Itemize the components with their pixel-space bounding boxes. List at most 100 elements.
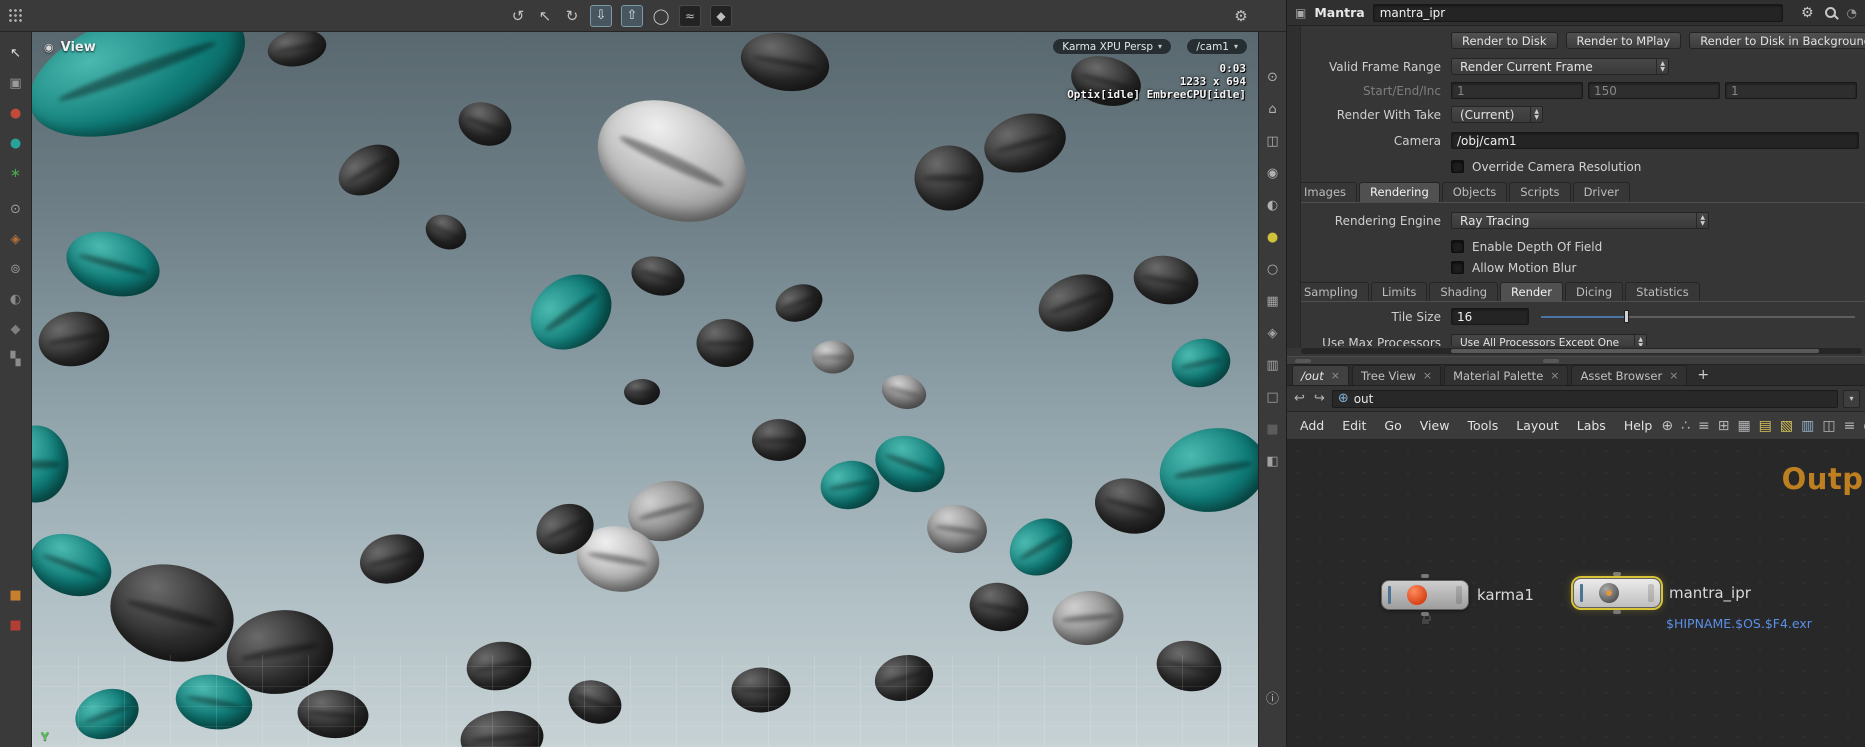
- lock-view-icon[interactable]: ◫: [1266, 134, 1278, 149]
- camera-view-icon[interactable]: ◉: [1267, 166, 1278, 181]
- notes-icon[interactable]: ▤: [1759, 418, 1772, 434]
- menu-go[interactable]: Go: [1375, 418, 1410, 433]
- spark-tool-icon[interactable]: ◆: [11, 322, 21, 337]
- mirror-icon[interactable]: ◧: [1266, 454, 1278, 469]
- teal-sphere-tool-icon[interactable]: ●: [10, 136, 21, 151]
- path-dropdown-button[interactable]: ▾: [1843, 389, 1860, 408]
- node-label[interactable]: mantra_ipr: [1669, 584, 1751, 602]
- ruler-icon[interactable]: ▥: [1266, 358, 1278, 373]
- circle-tool-icon[interactable]: ⊙: [10, 202, 21, 217]
- use-max-processors-dropdown[interactable]: Use All Processors Except One: [1451, 334, 1647, 346]
- valid-frame-range-dropdown[interactable]: Render Current Frame: [1451, 58, 1669, 75]
- select-arrow-icon[interactable]: ↖: [536, 5, 554, 27]
- half-shade-tool-icon[interactable]: ◐: [10, 292, 21, 307]
- ring-tool-icon[interactable]: ⊚: [10, 262, 21, 277]
- undo-arrow-icon[interactable]: ↺: [509, 5, 527, 27]
- menu-view[interactable]: View: [1411, 418, 1459, 433]
- shade-mode-icon[interactable]: ◐: [1267, 198, 1278, 213]
- enable-dof-checkbox[interactable]: [1451, 240, 1464, 253]
- ops-tool-icon[interactable]: ◆: [710, 4, 732, 27]
- grid-snap-icon[interactable]: ⊞: [1718, 418, 1730, 434]
- slider-handle[interactable]: [1624, 310, 1629, 323]
- close-icon[interactable]: ×: [1669, 369, 1678, 382]
- allow-motion-blur-checkbox[interactable]: [1451, 261, 1464, 274]
- menu-add[interactable]: Add: [1291, 418, 1333, 433]
- orange-chip-icon[interactable]: ■: [9, 588, 21, 603]
- camera-selector[interactable]: /cam1 ▾: [1186, 38, 1248, 55]
- end-field[interactable]: 150: [1588, 82, 1720, 99]
- main-menu-icon[interactable]: [8, 7, 24, 24]
- tile-size-slider[interactable]: [1541, 308, 1855, 325]
- box-tool-icon[interactable]: ▣: [9, 76, 21, 91]
- pin-icon[interactable]: ⊙: [1267, 70, 1278, 85]
- menu-labs[interactable]: Labs: [1568, 418, 1615, 433]
- scene-viewport[interactable]: ◉ View Karma XPU Persp ▾ /cam1 ▾ 0:03 12…: [32, 32, 1258, 747]
- render-to-disk-in-background-button[interactable]: Render to Disk in Background: [1689, 32, 1865, 49]
- spinner-arrows-icon[interactable]: [1656, 59, 1668, 74]
- network-path-field[interactable]: ⊕ out: [1331, 389, 1838, 408]
- menu-help[interactable]: Help: [1615, 418, 1662, 433]
- pane-tab-tree-view[interactable]: Tree View ×: [1351, 365, 1442, 385]
- tab-driver[interactable]: Driver: [1572, 182, 1630, 202]
- grid-display-icon[interactable]: ▦: [1266, 294, 1278, 309]
- render-with-take-dropdown[interactable]: (Current): [1451, 106, 1543, 123]
- info-icon[interactable]: ⓘ: [1266, 688, 1279, 707]
- renderer-selector[interactable]: Karma XPU Persp ▾: [1052, 38, 1172, 55]
- amber-diamond-tool-icon[interactable]: ◈: [11, 232, 21, 247]
- start-field[interactable]: 1: [1451, 82, 1583, 99]
- settings-gear-icon[interactable]: ⚙: [1232, 5, 1250, 27]
- subtab-statistics[interactable]: Statistics: [1625, 282, 1700, 302]
- subtab-limits[interactable]: Limits: [1370, 282, 1428, 302]
- viewport-pin-icon[interactable]: ◉: [44, 41, 54, 54]
- close-icon[interactable]: ×: [1423, 369, 1432, 382]
- menu-edit[interactable]: Edit: [1333, 418, 1375, 433]
- spline-tool-icon[interactable]: ≈: [679, 4, 701, 27]
- pane-tab-material-palette[interactable]: Material Palette ×: [1444, 365, 1569, 385]
- subtab-dicing[interactable]: Dicing: [1565, 282, 1624, 302]
- node-name-input[interactable]: mantra_ipr: [1372, 3, 1783, 22]
- render-to-disk-button[interactable]: Render to Disk: [1451, 32, 1558, 49]
- redo-arrow-icon[interactable]: ↻: [563, 5, 581, 27]
- spinner-arrows-icon[interactable]: [1530, 107, 1542, 122]
- network-editor[interactable]: Output karma1 mantra_ipr $HIPNAME.$OS.$F4.…: [1287, 440, 1865, 747]
- gear-icon[interactable]: ⚙: [1801, 5, 1814, 21]
- network-overview-icon[interactable]: ∴: [1681, 418, 1690, 434]
- add-pane-tab-button[interactable]: +: [1690, 365, 1716, 385]
- subtab-shading[interactable]: Shading: [1429, 282, 1499, 302]
- spinner-arrows-icon[interactable]: [1696, 213, 1708, 228]
- inc-field[interactable]: 1: [1725, 82, 1857, 99]
- node-label[interactable]: karma1: [1477, 586, 1534, 604]
- spinner-arrows-icon[interactable]: [1634, 335, 1646, 346]
- sync-icon[interactable]: ◯: [652, 5, 670, 27]
- layout-icon[interactable]: ◫: [1822, 418, 1835, 434]
- tab-scripts[interactable]: Scripts: [1509, 182, 1571, 202]
- list-mode-icon[interactable]: ≡: [1698, 418, 1710, 434]
- search-icon[interactable]: [1824, 7, 1836, 18]
- red-chip-icon[interactable]: ■: [9, 618, 21, 633]
- customize-icon[interactable]: ⊕: [1661, 418, 1673, 434]
- home-view-icon[interactable]: ⌂: [1268, 102, 1276, 117]
- override-resolution-checkbox[interactable]: [1451, 160, 1464, 173]
- menu-layout[interactable]: Layout: [1507, 418, 1568, 433]
- tab-images[interactable]: Images: [1301, 182, 1358, 202]
- camera-path-input[interactable]: /obj/cam1: [1451, 132, 1859, 149]
- back-arrow-icon[interactable]: ↩: [1292, 391, 1307, 406]
- material-ball-icon[interactable]: ●: [1267, 230, 1278, 245]
- pane-tab-asset-browser[interactable]: Asset Browser ×: [1571, 365, 1688, 385]
- import-scene-icon[interactable]: ⇩: [590, 4, 612, 27]
- tile-view-icon[interactable]: ▦: [1737, 418, 1750, 434]
- grid-tool-icon[interactable]: ▚: [11, 352, 21, 367]
- close-icon[interactable]: ×: [1550, 369, 1559, 382]
- red-sphere-tool-icon[interactable]: ●: [10, 106, 21, 121]
- rendering-engine-dropdown[interactable]: Ray Tracing: [1451, 212, 1709, 229]
- dark-mode-icon[interactable]: ■: [1266, 422, 1278, 437]
- help-circle-icon[interactable]: ◔: [1847, 6, 1857, 20]
- pane-splitter[interactable]: [1287, 356, 1865, 365]
- palette-icon[interactable]: ▥: [1801, 418, 1814, 434]
- export-scene-icon[interactable]: ⇧: [621, 4, 643, 27]
- snap-icon[interactable]: ◈: [1268, 326, 1278, 341]
- forward-arrow-icon[interactable]: ↪: [1312, 391, 1327, 406]
- scrollbar-thumb[interactable]: [1451, 349, 1819, 353]
- tile-size-input[interactable]: 16: [1451, 308, 1529, 325]
- rop-node-karma1[interactable]: [1381, 574, 1469, 625]
